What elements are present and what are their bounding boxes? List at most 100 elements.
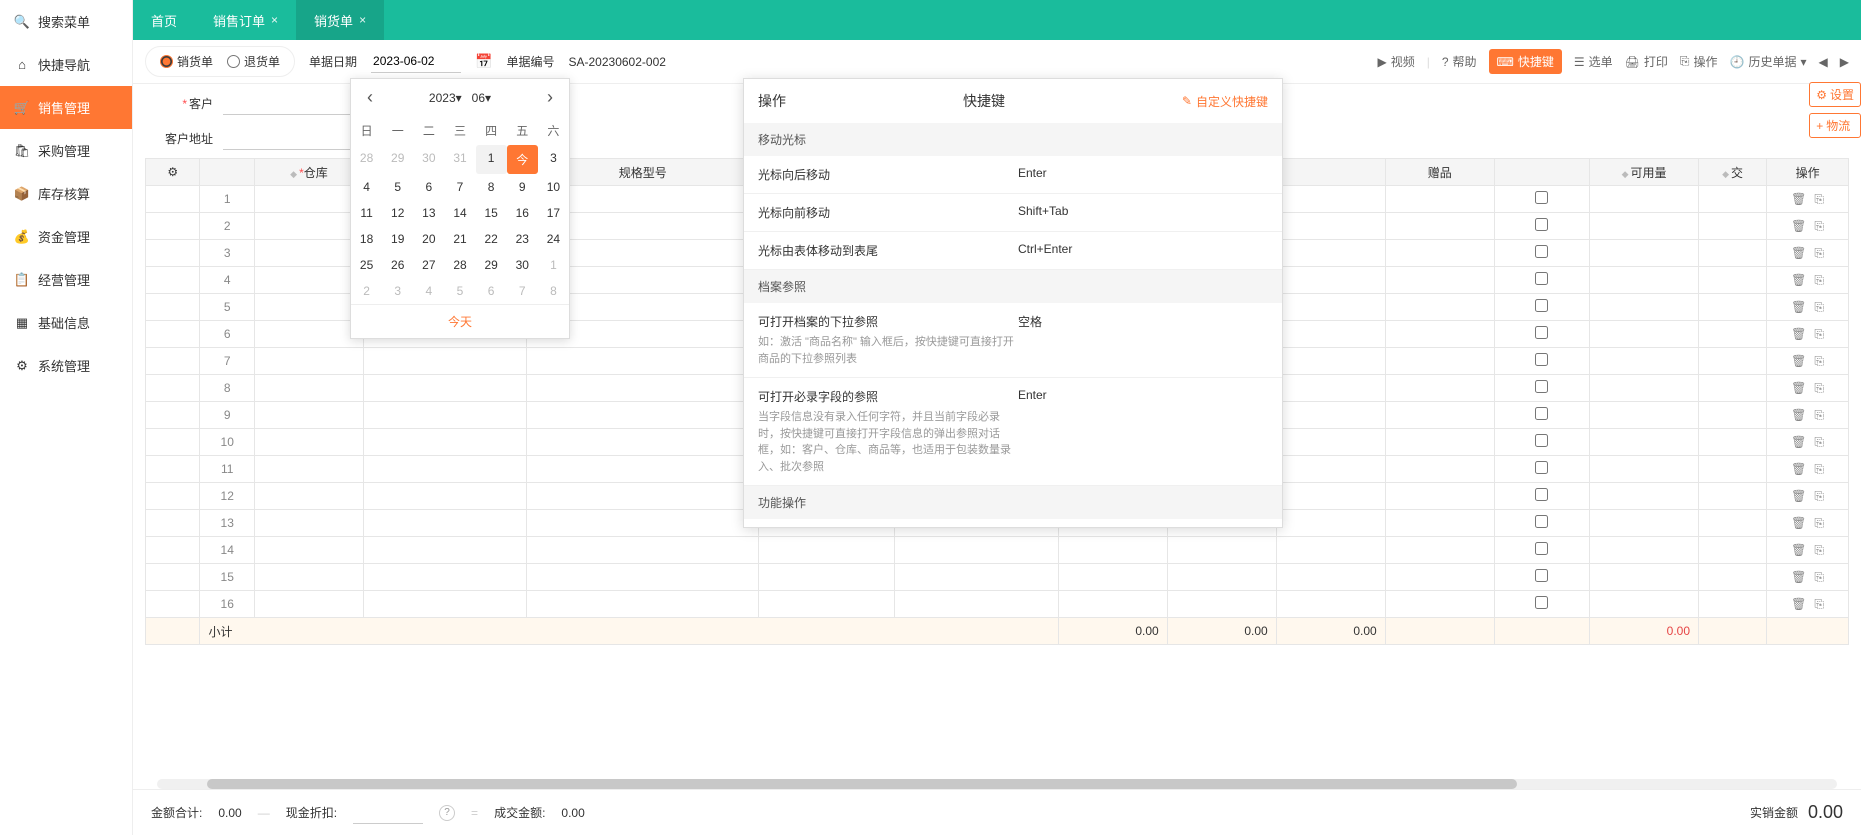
delete-icon[interactable]: 🗑 (1791, 300, 1806, 315)
cal-day[interactable]: 1 (476, 145, 507, 174)
cal-day[interactable]: 8 (538, 278, 569, 304)
calendar-icon[interactable]: 📅 (475, 53, 492, 70)
delete-icon[interactable]: 🗑 (1791, 435, 1806, 450)
cal-prev[interactable]: ‹ (361, 87, 379, 108)
cal-day[interactable]: 20 (413, 226, 444, 252)
sidebar-item-3[interactable]: 🛍采购管理 (0, 129, 132, 172)
cal-day[interactable]: 4 (351, 174, 382, 200)
cal-day[interactable]: 15 (476, 200, 507, 226)
sidebar-item-1[interactable]: ⌂快捷导航 (0, 43, 132, 86)
cal-day[interactable]: 3 (538, 145, 569, 174)
gift-checkbox[interactable] (1535, 245, 1548, 258)
horizontal-scrollbar[interactable] (157, 779, 1837, 789)
toolbar-print[interactable]: 🖨 打印 (1625, 53, 1668, 70)
delete-icon[interactable]: 🗑 (1791, 489, 1806, 504)
cal-day[interactable]: 19 (382, 226, 413, 252)
cal-day[interactable]: 28 (444, 252, 475, 278)
cal-day[interactable]: 5 (382, 174, 413, 200)
cal-day[interactable]: 27 (413, 252, 444, 278)
cal-day[interactable]: 6 (413, 174, 444, 200)
discount-input[interactable] (353, 801, 423, 824)
cal-day[interactable]: 10 (538, 174, 569, 200)
cal-day[interactable]: 18 (351, 226, 382, 252)
cal-day[interactable]: 5 (444, 278, 475, 304)
copy-icon[interactable]: ⎘ (1814, 327, 1824, 342)
question-icon[interactable]: ? (439, 805, 455, 821)
cal-day[interactable]: 29 (476, 252, 507, 278)
gift-checkbox[interactable] (1535, 515, 1548, 528)
delete-icon[interactable]: 🗑 (1791, 462, 1806, 477)
gift-checkbox[interactable] (1535, 596, 1548, 609)
cal-day[interactable]: 16 (507, 200, 538, 226)
cal-day[interactable]: 21 (444, 226, 475, 252)
col-num3[interactable] (1276, 159, 1385, 186)
gift-checkbox[interactable] (1535, 299, 1548, 312)
cal-day[interactable]: 1 (538, 252, 569, 278)
close-icon[interactable]: × (359, 13, 366, 27)
copy-icon[interactable]: ⎘ (1814, 462, 1824, 477)
gift-checkbox[interactable] (1535, 434, 1548, 447)
radio-sales[interactable]: 销货单 (160, 53, 213, 70)
col-warehouse[interactable]: ◆*仓库 (254, 159, 363, 186)
copy-icon[interactable]: ⎘ (1814, 408, 1824, 423)
tab-1[interactable]: 销售订单× (195, 0, 296, 40)
toolbar-history[interactable]: 🕘 历史单据 ▾ (1730, 53, 1807, 70)
copy-icon[interactable]: ⎘ (1814, 354, 1824, 369)
cal-day[interactable]: 今 (507, 145, 538, 174)
delete-icon[interactable]: 🗑 (1791, 381, 1806, 396)
sidebar-item-2[interactable]: 🛒销售管理 (0, 86, 132, 129)
tab-2[interactable]: 销货单× (296, 0, 384, 40)
delete-icon[interactable]: 🗑 (1791, 408, 1806, 423)
cal-day[interactable]: 30 (507, 252, 538, 278)
table-row[interactable]: 14 🗑 ⎘ (146, 537, 1849, 564)
gift-checkbox[interactable] (1535, 407, 1548, 420)
sidebar-item-7[interactable]: ▦基础信息 (0, 301, 132, 344)
copy-icon[interactable]: ⎘ (1814, 219, 1824, 234)
cal-day[interactable]: 7 (507, 278, 538, 304)
gift-checkbox[interactable] (1535, 326, 1548, 339)
toolbar-prev[interactable]: ◀ (1819, 55, 1828, 69)
delete-icon[interactable]: 🗑 (1791, 219, 1806, 234)
cal-day[interactable]: 31 (444, 145, 475, 174)
copy-icon[interactable]: ⎘ (1814, 543, 1824, 558)
cal-day[interactable]: 24 (538, 226, 569, 252)
toolbar-shortcut[interactable]: ⌨ 快捷键 (1489, 49, 1562, 74)
delete-icon[interactable]: 🗑 (1791, 570, 1806, 585)
cal-day[interactable]: 14 (444, 200, 475, 226)
col-gear[interactable]: ⚙ (146, 159, 200, 186)
gift-checkbox[interactable] (1535, 542, 1548, 555)
cal-day[interactable]: 11 (351, 200, 382, 226)
delete-icon[interactable]: 🗑 (1791, 354, 1806, 369)
cal-day[interactable]: 26 (382, 252, 413, 278)
gift-checkbox[interactable] (1535, 218, 1548, 231)
cal-day[interactable]: 28 (351, 145, 382, 174)
sidebar-item-8[interactable]: ⚙系统管理 (0, 344, 132, 387)
shortcut-custom[interactable]: ✎ 自定义快捷键 (1182, 93, 1268, 110)
copy-icon[interactable]: ⎘ (1814, 435, 1824, 450)
sidebar-item-0[interactable]: 🔍搜索菜单 (0, 0, 132, 43)
sidebar-item-4[interactable]: 📦库存核算 (0, 172, 132, 215)
cal-day[interactable]: 6 (476, 278, 507, 304)
gift-checkbox[interactable] (1535, 191, 1548, 204)
delete-icon[interactable]: 🗑 (1791, 516, 1806, 531)
cal-month[interactable]: 06▾ (472, 91, 491, 105)
toolbar-select[interactable]: ☰ 选单 (1574, 53, 1613, 70)
toolbar-help[interactable]: ? 帮助 (1442, 53, 1477, 70)
delete-icon[interactable]: 🗑 (1791, 597, 1806, 612)
gift-checkbox[interactable] (1535, 272, 1548, 285)
sidebar-item-5[interactable]: 💰资金管理 (0, 215, 132, 258)
cal-day[interactable]: 4 (413, 278, 444, 304)
cal-day[interactable]: 3 (382, 278, 413, 304)
cal-day[interactable]: 9 (507, 174, 538, 200)
toolbar-video[interactable]: ▶ 视频 (1377, 53, 1414, 70)
gift-checkbox[interactable] (1535, 488, 1548, 501)
copy-icon[interactable]: ⎘ (1814, 273, 1824, 288)
cal-day[interactable]: 17 (538, 200, 569, 226)
cal-next[interactable]: › (541, 87, 559, 108)
col-gift[interactable]: 赠品 (1385, 159, 1494, 186)
cal-day[interactable]: 22 (476, 226, 507, 252)
cal-day[interactable]: 2 (351, 278, 382, 304)
col-available[interactable]: ◆可用量 (1590, 159, 1699, 186)
copy-icon[interactable]: ⎘ (1814, 381, 1824, 396)
copy-icon[interactable]: ⎘ (1814, 516, 1824, 531)
